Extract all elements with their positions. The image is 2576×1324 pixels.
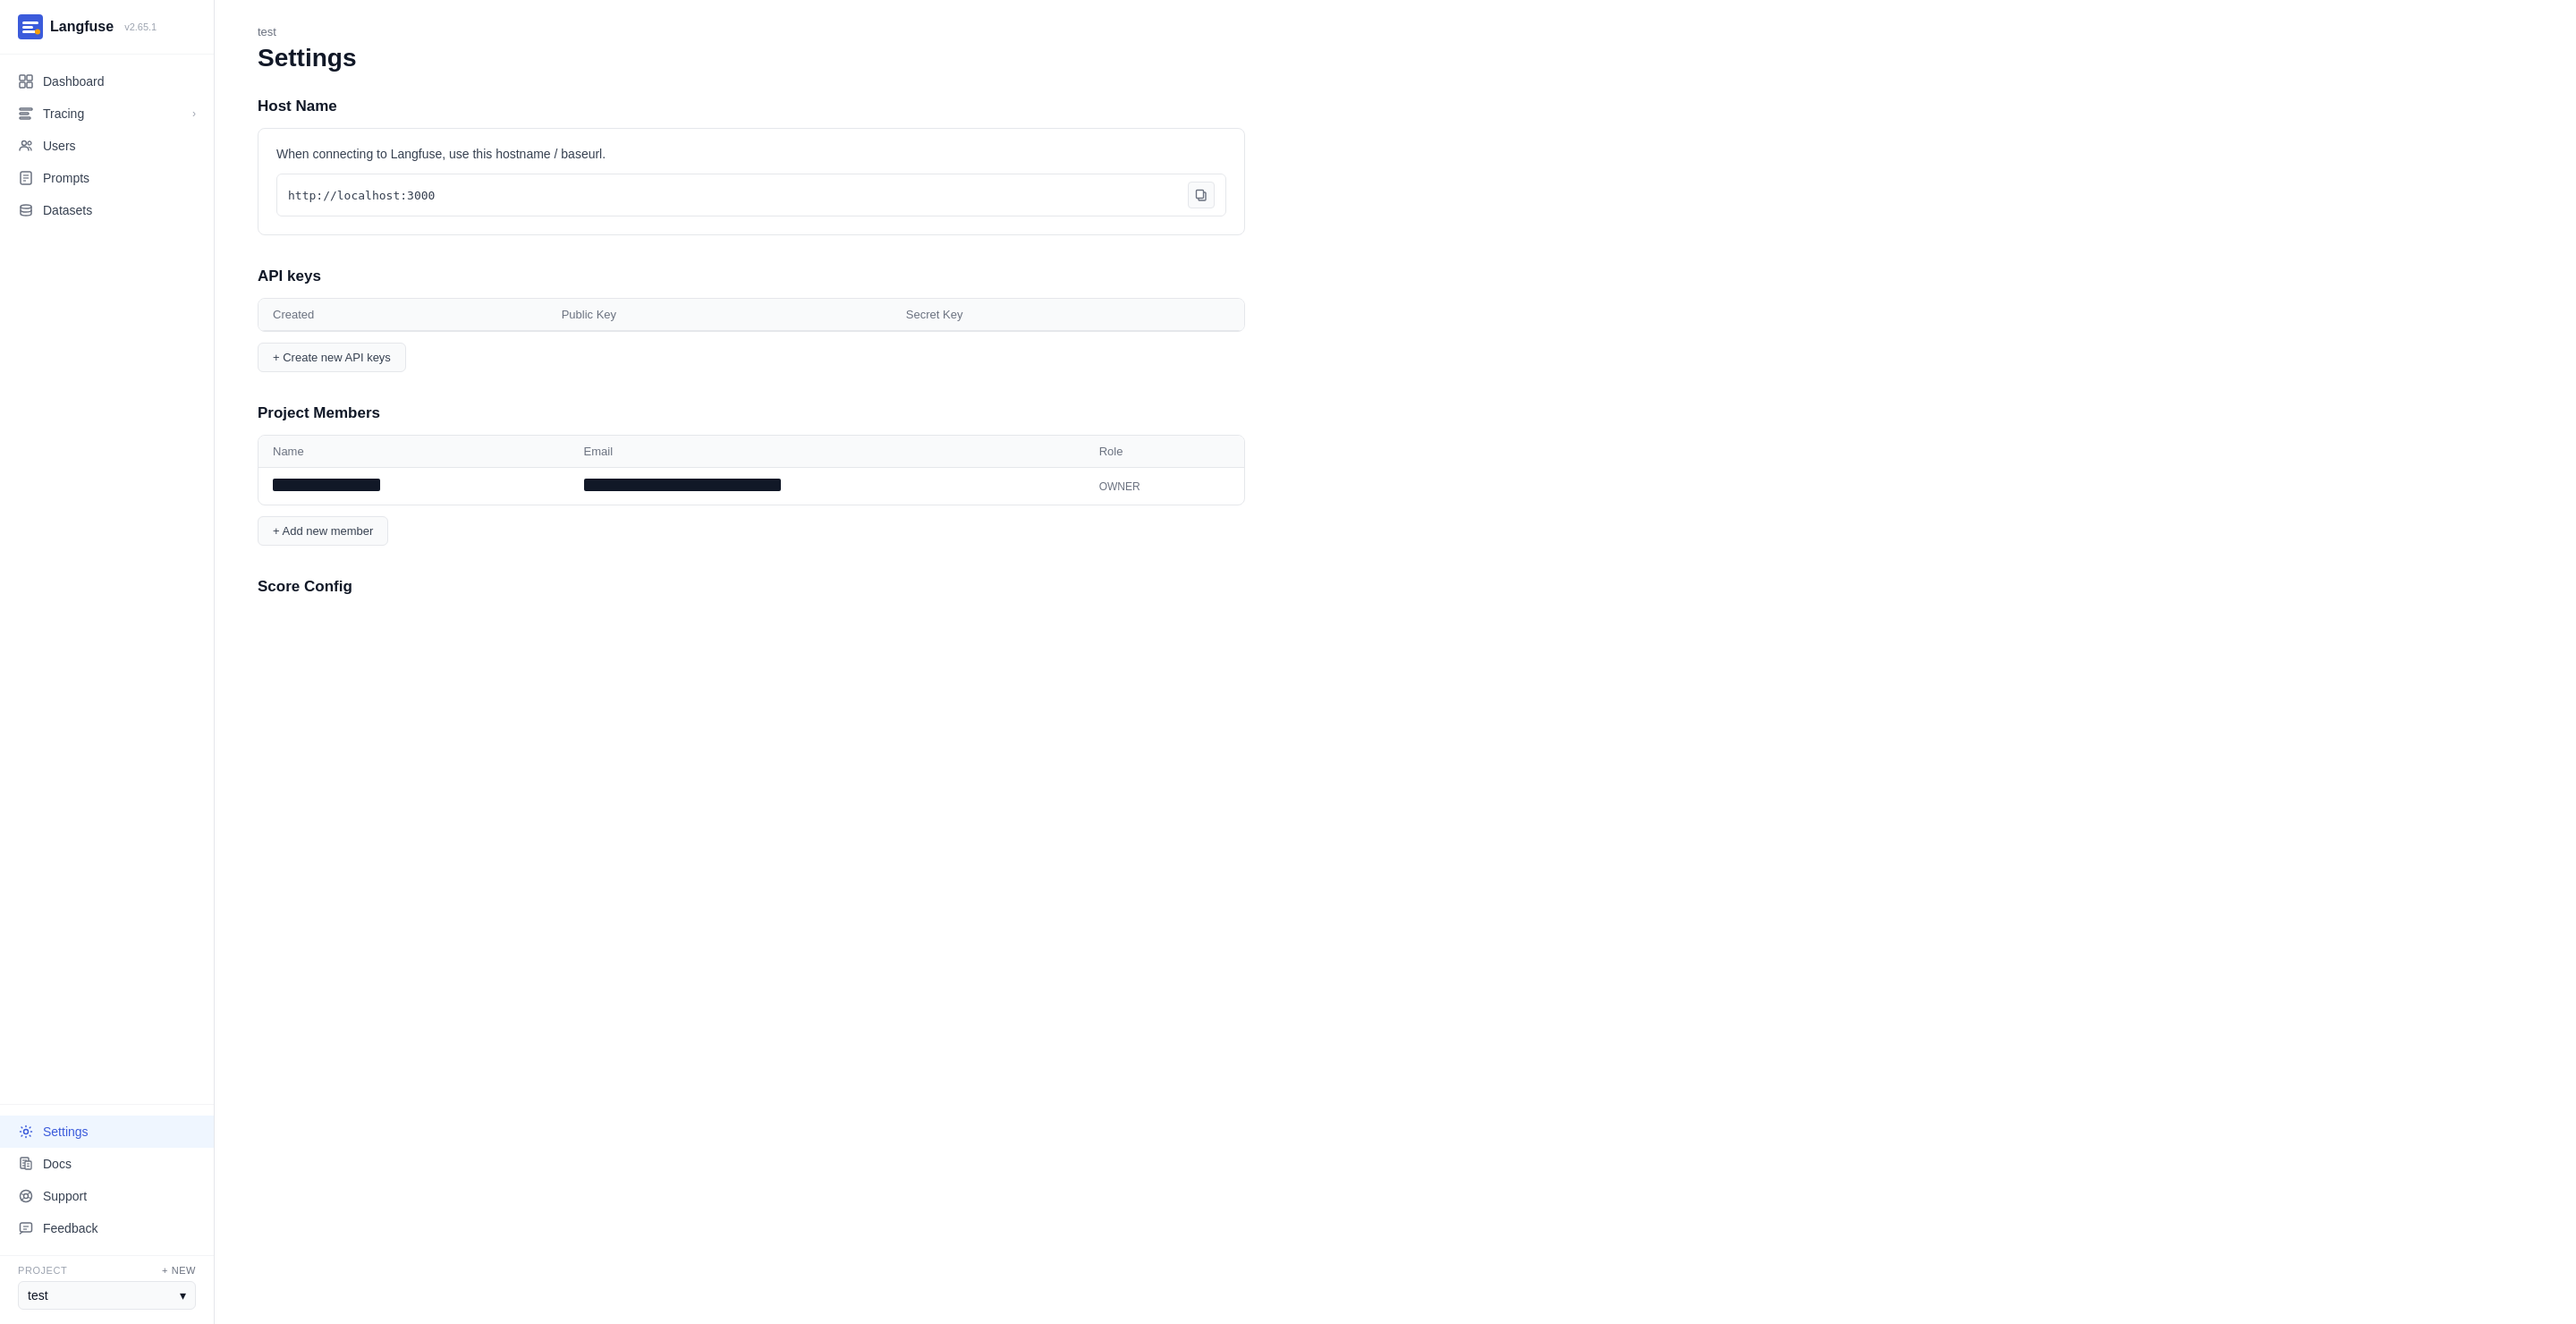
sidebar-item-label: Datasets bbox=[43, 203, 92, 217]
project-members-section-title: Project Members bbox=[258, 404, 1245, 422]
page-title: Settings bbox=[258, 44, 1245, 72]
sidebar-item-support[interactable]: Support bbox=[0, 1180, 214, 1212]
col-secret-key: Secret Key bbox=[892, 299, 1244, 331]
sidebar-bottom-nav: Settings Docs bbox=[0, 1104, 214, 1255]
docs-icon bbox=[18, 1156, 34, 1172]
langfuse-logo-icon bbox=[18, 14, 43, 39]
settings-icon bbox=[18, 1124, 34, 1140]
member-email bbox=[570, 468, 1085, 505]
api-keys-section: API keys Created Public Key Secret Key +… bbox=[258, 267, 1245, 372]
col-email: Email bbox=[570, 436, 1085, 468]
redacted-email bbox=[584, 479, 781, 491]
svg-rect-6 bbox=[27, 75, 32, 81]
main-nav: Dashboard Tracing › bbox=[0, 55, 214, 1104]
svg-rect-38 bbox=[1197, 191, 1204, 199]
sidebar-item-feedback[interactable]: Feedback bbox=[0, 1212, 214, 1244]
sidebar-item-label: Prompts bbox=[43, 171, 89, 185]
svg-rect-3 bbox=[22, 30, 36, 33]
sidebar-item-docs[interactable]: Docs bbox=[0, 1148, 214, 1180]
svg-rect-2 bbox=[22, 26, 33, 29]
svg-line-29 bbox=[21, 1194, 24, 1195]
sidebar-item-tracing[interactable]: Tracing › bbox=[0, 98, 214, 130]
svg-rect-10 bbox=[20, 113, 29, 115]
app-version: v2.65.1 bbox=[124, 21, 157, 32]
project-name: test bbox=[28, 1288, 48, 1303]
sidebar-item-label: Settings bbox=[43, 1125, 89, 1139]
add-member-button[interactable]: + Add new member bbox=[258, 516, 388, 546]
sidebar-item-settings[interactable]: Settings bbox=[0, 1116, 214, 1148]
member-role: OWNER bbox=[1085, 468, 1244, 505]
svg-point-12 bbox=[22, 141, 27, 146]
api-keys-section-title: API keys bbox=[258, 267, 1245, 285]
member-name bbox=[258, 468, 570, 505]
svg-point-13 bbox=[28, 141, 31, 145]
new-project-button[interactable]: + New bbox=[162, 1265, 196, 1276]
sidebar-item-label: Users bbox=[43, 139, 76, 153]
support-icon bbox=[18, 1188, 34, 1204]
col-public-key: Public Key bbox=[547, 299, 892, 331]
project-section: Project + New test ▾ bbox=[0, 1255, 214, 1324]
redacted-name bbox=[273, 479, 380, 491]
col-name: Name bbox=[258, 436, 570, 468]
sidebar-item-label: Docs bbox=[43, 1157, 72, 1171]
sidebar-item-label: Feedback bbox=[43, 1221, 97, 1235]
hostname-value: http://localhost:3000 bbox=[288, 189, 1188, 202]
app-name: Langfuse bbox=[50, 19, 114, 35]
table-row: OWNER bbox=[258, 468, 1244, 505]
sidebar-item-label: Tracing bbox=[43, 106, 84, 121]
svg-line-30 bbox=[29, 1198, 31, 1199]
api-keys-table: Created Public Key Secret Key bbox=[258, 298, 1245, 332]
hostname-section-title: Host Name bbox=[258, 98, 1245, 115]
sidebar-item-users[interactable]: Users bbox=[0, 130, 214, 162]
feedback-icon bbox=[18, 1220, 34, 1236]
sidebar: Langfuse v2.65.1 Dashboard bbox=[0, 0, 215, 1324]
svg-rect-11 bbox=[20, 117, 30, 119]
create-api-keys-button[interactable]: + Create new API keys bbox=[258, 343, 406, 372]
hostname-card: When connecting to Langfuse, use this ho… bbox=[258, 128, 1245, 235]
score-config-section: Score Config bbox=[258, 578, 1245, 596]
main-content: test Settings Host Name When connecting … bbox=[215, 0, 2576, 1324]
project-selector-chevron-icon: ▾ bbox=[180, 1288, 186, 1303]
svg-point-18 bbox=[21, 205, 31, 208]
svg-rect-7 bbox=[20, 82, 25, 88]
svg-rect-5 bbox=[20, 75, 25, 81]
project-members-section: Project Members Name Email Role bbox=[258, 404, 1245, 546]
svg-point-28 bbox=[24, 1194, 29, 1199]
svg-point-4 bbox=[35, 30, 40, 35]
svg-rect-33 bbox=[21, 1223, 32, 1232]
sidebar-item-dashboard[interactable]: Dashboard bbox=[0, 65, 214, 98]
svg-rect-24 bbox=[25, 1161, 31, 1169]
dashboard-icon bbox=[18, 73, 34, 89]
svg-rect-1 bbox=[22, 21, 38, 24]
tracing-chevron-icon: › bbox=[192, 107, 196, 120]
sidebar-item-label: Dashboard bbox=[43, 74, 105, 89]
breadcrumb: test bbox=[258, 25, 1245, 38]
svg-rect-8 bbox=[27, 82, 32, 88]
col-created: Created bbox=[258, 299, 547, 331]
hostname-section: Host Name When connecting to Langfuse, u… bbox=[258, 98, 1245, 235]
svg-rect-9 bbox=[20, 108, 32, 110]
project-label: Project + New bbox=[18, 1265, 196, 1276]
hostname-input-row: http://localhost:3000 bbox=[276, 174, 1226, 216]
copy-icon bbox=[1195, 189, 1208, 201]
datasets-icon bbox=[18, 202, 34, 218]
sidebar-item-prompts[interactable]: Prompts bbox=[0, 162, 214, 194]
col-role: Role bbox=[1085, 436, 1244, 468]
project-selector[interactable]: test ▾ bbox=[18, 1281, 196, 1310]
sidebar-item-datasets[interactable]: Datasets bbox=[0, 194, 214, 226]
users-icon bbox=[18, 138, 34, 154]
hostname-description: When connecting to Langfuse, use this ho… bbox=[276, 147, 1226, 161]
project-members-table: Name Email Role OWNER bbox=[258, 435, 1245, 505]
prompts-icon bbox=[18, 170, 34, 186]
copy-hostname-button[interactable] bbox=[1188, 182, 1215, 208]
logo-area: Langfuse v2.65.1 bbox=[0, 0, 214, 55]
sidebar-item-label: Support bbox=[43, 1189, 87, 1203]
svg-point-19 bbox=[24, 1130, 29, 1134]
tracing-icon bbox=[18, 106, 34, 122]
score-config-title: Score Config bbox=[258, 578, 1245, 596]
